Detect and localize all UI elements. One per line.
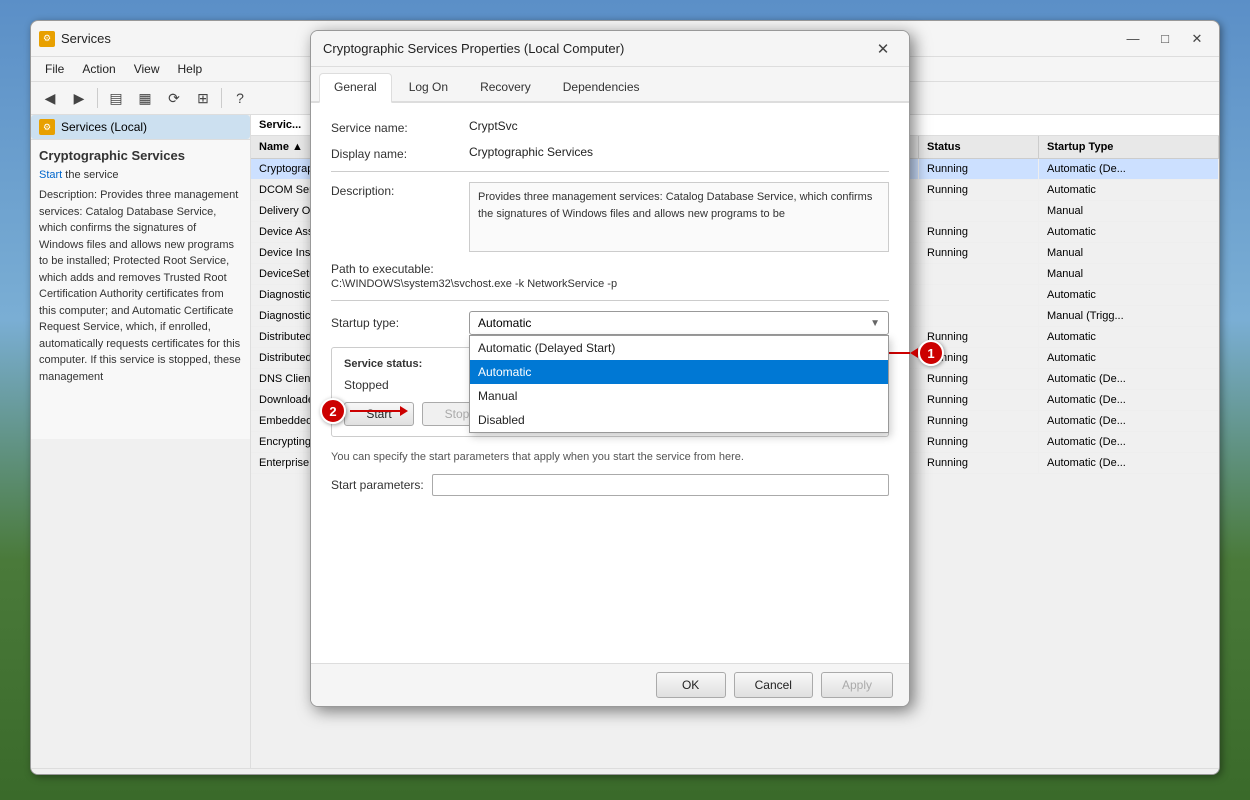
params-hint: You can specify the start parameters tha… [331, 449, 889, 466]
annotation-circle-1: 1 [918, 340, 944, 366]
tab-general[interactable]: General [319, 73, 392, 103]
startup-type-row: Startup type: Automatic ▼ Automatic (Del… [331, 311, 889, 335]
dialog-overlay: Cryptographic Services Properties (Local… [0, 0, 1250, 800]
startup-dropdown-list: Automatic (Delayed Start) Automatic Manu… [469, 335, 889, 433]
option-disabled[interactable]: Disabled [470, 408, 888, 432]
dialog-close-button[interactable]: ✕ [869, 39, 897, 59]
option-manual[interactable]: Manual [470, 384, 888, 408]
description-label: Description: [331, 182, 461, 198]
annotation-arrow-2 [350, 410, 400, 412]
option-automatic[interactable]: Automatic [470, 360, 888, 384]
dialog-titlebar: Cryptographic Services Properties (Local… [311, 31, 909, 67]
start-params-row: You can specify the start parameters tha… [331, 449, 889, 496]
display-name-row: Display name: Cryptographic Services [331, 145, 889, 161]
separator-1 [331, 171, 889, 172]
path-value: C:\WINDOWS\system32\svchost.exe -k Netwo… [331, 278, 889, 290]
display-name-value: Cryptographic Services [469, 145, 593, 159]
params-label: Start parameters: [331, 478, 424, 492]
properties-dialog: Cryptographic Services Properties (Local… [310, 30, 910, 707]
params-input-row: Start parameters: [331, 474, 889, 496]
params-input[interactable] [432, 474, 889, 496]
description-row: Description: Provides three management s… [331, 182, 889, 252]
dialog-title: Cryptographic Services Properties (Local… [323, 41, 869, 56]
display-name-label: Display name: [331, 145, 461, 161]
tab-logon[interactable]: Log On [394, 73, 463, 101]
option-automatic-delayed[interactable]: Automatic (Delayed Start) [470, 336, 888, 360]
path-row: Path to executable: C:\WINDOWS\system32\… [331, 262, 889, 290]
dialog-tabs: General Log On Recovery Dependencies [311, 67, 909, 103]
startup-type-select[interactable]: Automatic ▼ [469, 311, 889, 335]
path-label: Path to executable: [331, 262, 889, 276]
separator-2 [331, 300, 889, 301]
service-name-row: Service name: CryptSvc [331, 119, 889, 135]
annotation-circle-2: 2 [320, 398, 346, 424]
service-name-label: Service name: [331, 119, 461, 135]
dialog-content: Service name: CryptSvc Display name: Cry… [311, 103, 909, 663]
dialog-footer: OK Cancel Apply [311, 663, 909, 706]
cancel-button[interactable]: Cancel [734, 672, 813, 698]
apply-button[interactable]: Apply [821, 672, 893, 698]
tab-recovery[interactable]: Recovery [465, 73, 546, 101]
startup-type-label: Startup type: [331, 316, 461, 330]
dropdown-arrow-icon: ▼ [870, 318, 880, 329]
service-name-value: CryptSvc [469, 119, 518, 133]
tab-dependencies[interactable]: Dependencies [548, 73, 655, 101]
startup-type-value: Automatic [478, 316, 870, 330]
startup-dropdown-container: Automatic ▼ Automatic (Delayed Start) Au… [469, 311, 889, 335]
ok-button[interactable]: OK [656, 672, 726, 698]
description-box: Provides three management services: Cata… [469, 182, 889, 252]
annotation-2-group: 2 [320, 398, 400, 424]
